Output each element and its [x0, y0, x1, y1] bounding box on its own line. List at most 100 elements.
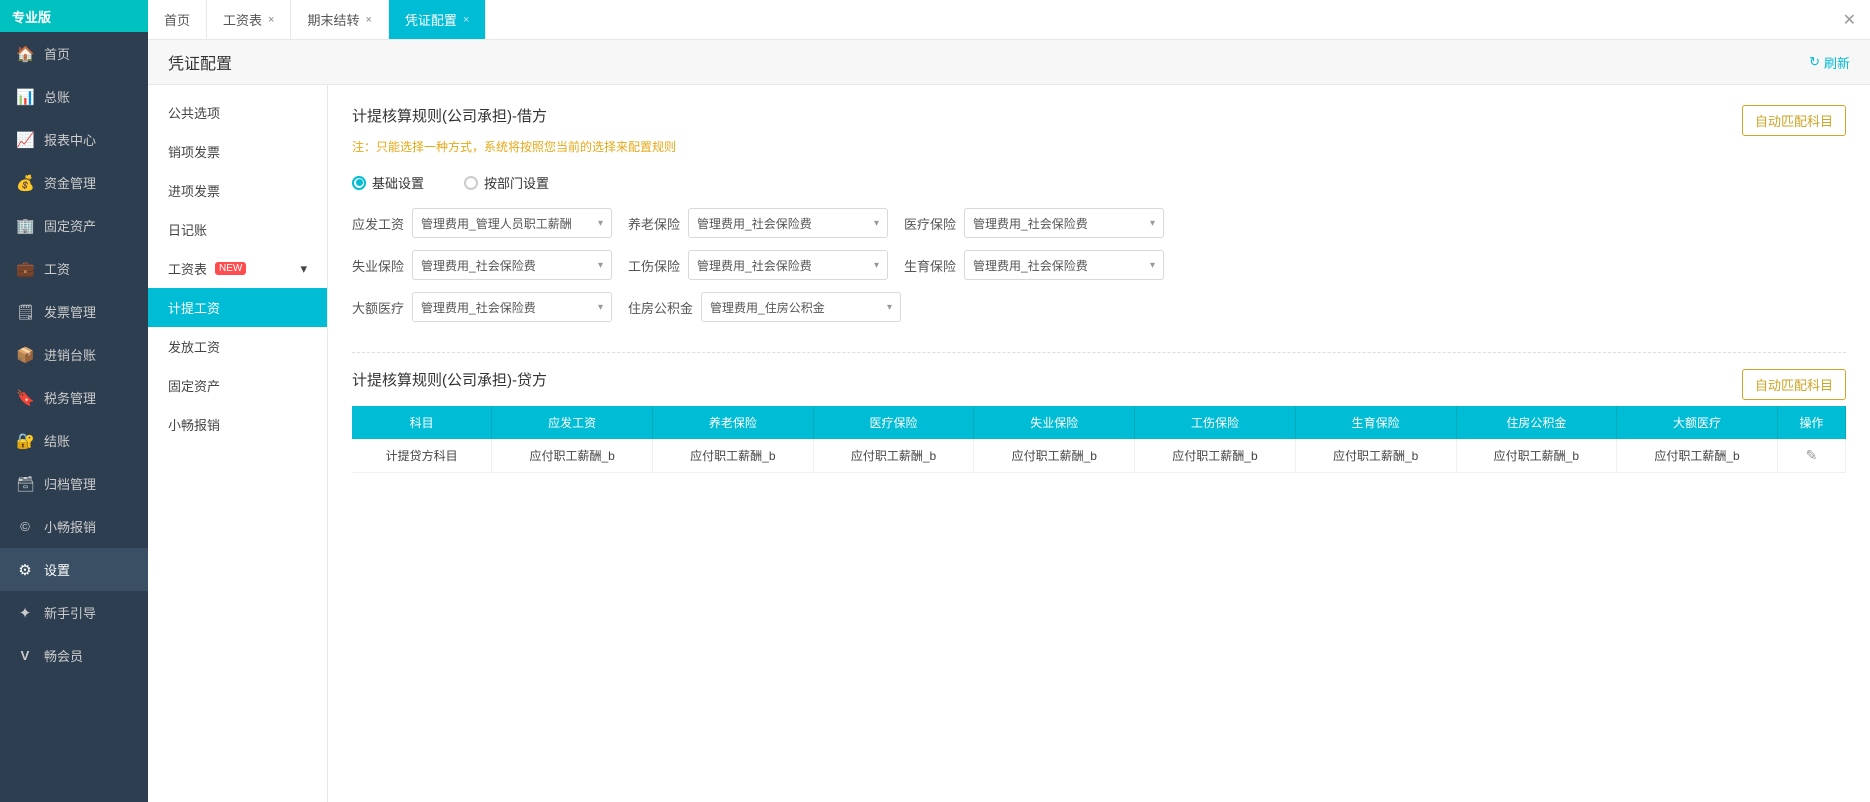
sidebar-item-label: 首页 — [44, 44, 70, 63]
section1-titles: 计提核算规则(公司承担)-借方 注：只能选择一种方式，系统将按照您当前的选择来配… — [352, 105, 676, 169]
large-medical-select[interactable]: 管理费用_社会保险费 ▾ — [412, 292, 612, 322]
credit-table: 科目 应发工资 养老保险 医疗保险 失业保险 工伤保险 生育保险 住房公积金 大… — [352, 406, 1846, 473]
sidebar-item-invoice[interactable]: 🗒 发票管理 — [0, 290, 148, 333]
pension-chevron: ▾ — [874, 218, 879, 229]
sidebar-item-xiaochang[interactable]: © 小畅报销 — [0, 505, 148, 548]
sidebar-item-reports[interactable]: 📈 报表中心 — [0, 118, 148, 161]
nav-public[interactable]: 公共选项 — [148, 93, 327, 132]
sidebar-item-label: 总账 — [44, 87, 70, 106]
tab-period-close-close[interactable]: × — [365, 14, 371, 26]
salary-value: 管理费用_管理人员职工薪酬 — [421, 215, 572, 232]
sidebar-item-salary[interactable]: 💼 工资 — [0, 247, 148, 290]
sidebar-item-guide[interactable]: ✦ 新手引导 — [0, 591, 148, 634]
row-action[interactable]: ✎ — [1777, 439, 1845, 473]
tax-icon: 🔖 — [16, 389, 34, 407]
table-header-row: 科目 应发工资 养老保险 医疗保险 失业保险 工伤保险 生育保险 住房公积金 大… — [352, 406, 1846, 439]
refresh-button[interactable]: ↻ 刷新 — [1809, 53, 1850, 72]
unemployment-value: 管理费用_社会保险费 — [421, 257, 536, 274]
sidebar-item-inventory[interactable]: 📦 进销台账 — [0, 333, 148, 376]
tab-voucher-config[interactable]: 凭证配置 × — [389, 0, 486, 39]
form-row-1: 应发工资 管理费用_管理人员职工薪酬 ▾ 养老保险 管理费用_社会保险费 ▾ — [352, 208, 1846, 238]
tab-voucher-config-close[interactable]: × — [463, 14, 469, 26]
nav-pay-salary[interactable]: 发放工资 — [148, 327, 327, 366]
housing-fund-chevron: ▾ — [887, 302, 892, 313]
settings-icon: ⚙ — [16, 561, 34, 579]
salary-chevron: ▾ — [598, 218, 603, 229]
nav-journal-label: 日记账 — [168, 220, 207, 239]
auto-match-debit-button[interactable]: 自动匹配科目 — [1742, 105, 1846, 136]
tab-period-close-label: 期末结转 — [307, 10, 359, 29]
section-debit: 计提核算规则(公司承担)-借方 注：只能选择一种方式，系统将按照您当前的选择来配… — [352, 105, 1846, 322]
maternity-select[interactable]: 管理费用_社会保险费 ▾ — [964, 250, 1164, 280]
maternity-chevron: ▾ — [1150, 260, 1155, 271]
radio-basic-label: 基础设置 — [372, 173, 424, 192]
housing-fund-label: 住房公积金 — [628, 298, 693, 317]
sidebar-item-member[interactable]: V 畅会员 — [0, 634, 148, 677]
sidebar-item-funds[interactable]: 💰 资金管理 — [0, 161, 148, 204]
content-area: 公共选项 销项发票 进项发票 日记账 工资表 NEW ▾ 计提工资 — [148, 85, 1870, 802]
nav-calc-salary-label: 计提工资 — [168, 298, 220, 317]
row-housing: 应付职工薪酬_b — [1456, 439, 1617, 473]
sidebar-item-archive[interactable]: 🗃 归档管理 — [0, 462, 148, 505]
field-unemployment: 失业保险 管理费用_社会保险费 ▾ — [352, 250, 612, 280]
new-badge: NEW — [215, 262, 246, 275]
field-maternity: 生育保险 管理费用_社会保险费 ▾ — [904, 250, 1164, 280]
nav-salary-table[interactable]: 工资表 NEW ▾ — [148, 249, 327, 288]
nav-journal[interactable]: 日记账 — [148, 210, 327, 249]
section2-title: 计提核算规则(公司承担)-贷方 — [352, 369, 547, 390]
tab-home[interactable]: 首页 — [148, 0, 207, 39]
xiaochang-icon: © — [16, 519, 34, 534]
auto-match-credit-button[interactable]: 自动匹配科目 — [1742, 369, 1846, 400]
tab-salary-table-label: 工资表 — [223, 10, 262, 29]
unemployment-label: 失业保险 — [352, 256, 404, 275]
edit-icon[interactable]: ✎ — [1806, 447, 1818, 463]
sidebar-item-settings[interactable]: ⚙ 设置 — [0, 548, 148, 591]
nav-sales-invoice[interactable]: 销项发票 — [148, 132, 327, 171]
sidebar-item-ledger[interactable]: 📊 总账 — [0, 75, 148, 118]
section-credit: 计提核算规则(公司承担)-贷方 自动匹配科目 科目 应发工资 养老保险 医疗保险… — [352, 369, 1846, 473]
work-injury-value: 管理费用_社会保险费 — [697, 257, 812, 274]
nav-fixed-assets[interactable]: 固定资产 — [148, 366, 327, 405]
col-pension: 养老保险 — [652, 406, 813, 439]
nav-purchase-invoice-label: 进项发票 — [168, 181, 220, 200]
salary-select[interactable]: 管理费用_管理人员职工薪酬 ▾ — [412, 208, 612, 238]
radio-dept-label: 按部门设置 — [484, 173, 549, 192]
ledger-icon: 📊 — [16, 88, 34, 106]
sidebar-item-assets[interactable]: 🏢 固定资产 — [0, 204, 148, 247]
work-injury-chevron: ▾ — [874, 260, 879, 271]
salary-icon: 💼 — [16, 260, 34, 278]
tab-salary-table[interactable]: 工资表 × — [207, 0, 291, 39]
tab-period-close[interactable]: 期末结转 × — [291, 0, 388, 39]
nav-xiaochang-expense[interactable]: 小畅报销 — [148, 405, 327, 444]
radio-basic-circle — [352, 176, 366, 190]
field-large-medical: 大额医疗 管理费用_社会保险费 ▾ — [352, 292, 612, 322]
pension-select[interactable]: 管理费用_社会保险费 ▾ — [688, 208, 888, 238]
col-maternity: 生育保险 — [1295, 406, 1456, 439]
medical-label: 医疗保险 — [904, 214, 956, 233]
section1-title: 计提核算规则(公司承担)-借方 — [352, 105, 676, 126]
page-title: 凭证配置 — [168, 50, 232, 74]
tab-bar: 首页 工资表 × 期末结转 × 凭证配置 × ✕ — [148, 0, 1870, 40]
medical-select[interactable]: 管理费用_社会保险费 ▾ — [964, 208, 1164, 238]
sidebar-item-home[interactable]: 🏠 首页 — [0, 32, 148, 75]
sidebar-item-close[interactable]: 🔐 结账 — [0, 419, 148, 462]
row-large-medical: 应付职工薪酬_b — [1617, 439, 1778, 473]
radio-basic[interactable]: 基础设置 — [352, 173, 424, 192]
sidebar-item-tax[interactable]: 🔖 税务管理 — [0, 376, 148, 419]
housing-fund-select[interactable]: 管理费用_住房公积金 ▾ — [701, 292, 901, 322]
large-medical-label: 大额医疗 — [352, 298, 404, 317]
field-housing-fund: 住房公积金 管理费用_住房公积金 ▾ — [628, 292, 901, 322]
nav-purchase-invoice[interactable]: 进项发票 — [148, 171, 327, 210]
nav-pay-salary-label: 发放工资 — [168, 337, 220, 356]
topbar-close-button[interactable]: ✕ — [1829, 0, 1870, 39]
nav-calc-salary[interactable]: 计提工资 — [148, 288, 327, 327]
radio-dept[interactable]: 按部门设置 — [464, 173, 549, 192]
work-injury-select[interactable]: 管理费用_社会保险费 ▾ — [688, 250, 888, 280]
row-work-injury: 应付职工薪酬_b — [1135, 439, 1296, 473]
refresh-icon: ↻ — [1809, 54, 1820, 70]
unemployment-select[interactable]: 管理费用_社会保险费 ▾ — [412, 250, 612, 280]
home-icon: 🏠 — [16, 45, 34, 63]
tab-salary-table-close[interactable]: × — [268, 14, 274, 26]
member-icon: V — [16, 648, 34, 663]
col-unemployment: 失业保险 — [974, 406, 1135, 439]
